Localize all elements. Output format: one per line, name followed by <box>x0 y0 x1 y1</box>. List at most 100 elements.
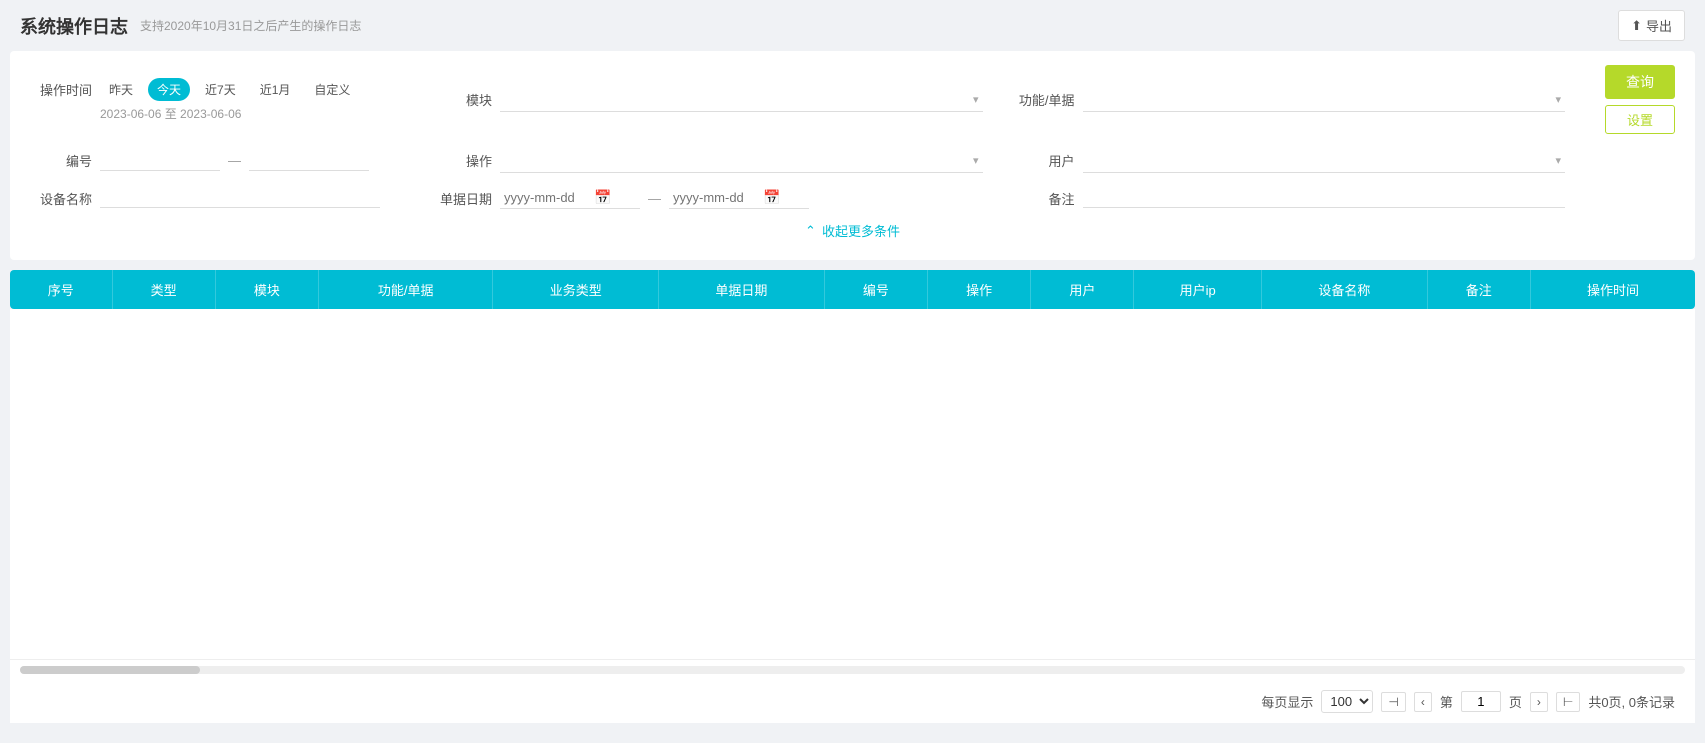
operation-filter-group: 操作 ▾ <box>430 148 983 173</box>
remark-filter-group: 备注 <box>1013 188 1566 208</box>
func-label: 功能/单据 <box>1013 90 1083 109</box>
module-filter-group: 模块 ▾ <box>430 87 983 112</box>
time-btn-today[interactable]: 今天 <box>148 78 190 101</box>
docdate-filter-group: 单据日期 📅 — 📅 <box>430 187 983 209</box>
module-chevron-icon: ▾ <box>973 93 979 106</box>
time-label: 操作时间 <box>30 80 100 99</box>
docdate-from-input[interactable] <box>504 190 594 205</box>
func-value <box>1087 89 1556 109</box>
data-table: 序号 类型 模块 功能/单据 业务类型 单据日期 编号 操作 用户 用户ip 设… <box>10 270 1695 309</box>
page-title-area: 系统操作日志 支持2020年10月31日之后产生的操作日志 <box>20 13 361 39</box>
page-size-select[interactable]: 100 50 200 <box>1321 690 1373 713</box>
device-input[interactable] <box>100 188 380 208</box>
export-label: 导出 <box>1646 16 1672 35</box>
time-btn-yesterday[interactable]: 昨天 <box>100 78 142 101</box>
page-number-input[interactable] <box>1461 691 1501 712</box>
table-header: 序号 类型 模块 功能/单据 业务类型 单据日期 编号 操作 用户 用户ip 设… <box>10 270 1695 309</box>
number-dash: — <box>228 153 241 168</box>
last-page-button[interactable]: ⊢ <box>1556 692 1580 712</box>
col-module: 模块 <box>215 270 318 309</box>
next-page-button[interactable]: › <box>1530 692 1548 712</box>
device-filter-group: 设备名称 <box>30 188 430 208</box>
number-label: 编号 <box>30 151 100 170</box>
module-label: 模块 <box>430 90 500 109</box>
page-title: 系统操作日志 <box>20 13 128 39</box>
number-input-from[interactable] <box>100 151 220 171</box>
per-page-label: 每页显示 <box>1261 692 1313 711</box>
device-label: 设备名称 <box>30 189 100 208</box>
time-btn-1month[interactable]: 近1月 <box>251 78 300 101</box>
user-select[interactable]: ▾ <box>1083 148 1566 173</box>
module-select[interactable]: ▾ <box>500 87 983 112</box>
col-docdate: 单据日期 <box>659 270 825 309</box>
pagination-bar: 每页显示 100 50 200 ⊣ ‹ 第 页 › ⊢ 共0页, 0条记录 <box>10 680 1695 723</box>
prev-page-button[interactable]: ‹ <box>1414 692 1432 712</box>
operation-value <box>504 150 973 170</box>
filter-panel: 操作时间 昨天 今天 近7天 近1月 自定义 2023-06-06 至 2023… <box>10 51 1695 260</box>
time-btn-custom[interactable]: 自定义 <box>305 78 359 101</box>
col-biztype: 业务类型 <box>493 270 659 309</box>
collapse-button[interactable]: ⌃ 收起更多条件 <box>30 215 1675 246</box>
first-page-button[interactable]: ⊣ <box>1381 692 1405 712</box>
filter-row-2: 编号 — 操作 ▾ 用户 ▾ <box>30 148 1675 173</box>
func-chevron-icon: ▾ <box>1555 93 1561 106</box>
table-container: 序号 类型 模块 功能/单据 业务类型 单据日期 编号 操作 用户 用户ip 设… <box>10 270 1695 309</box>
date-range-text: 2023-06-06 至 2023-06-06 <box>100 105 241 122</box>
page-subtitle: 支持2020年10月31日之后产生的操作日志 <box>140 17 361 34</box>
col-optime: 操作时间 <box>1530 270 1695 309</box>
user-filter-group: 用户 ▾ <box>1013 148 1566 173</box>
remark-input[interactable] <box>1083 188 1566 208</box>
col-userip: 用户ip <box>1134 270 1262 309</box>
module-value <box>504 89 973 109</box>
col-func: 功能/单据 <box>319 270 493 309</box>
col-remark: 备注 <box>1427 270 1530 309</box>
filter-row-1: 操作时间 昨天 今天 近7天 近1月 自定义 2023-06-06 至 2023… <box>30 65 1675 134</box>
calendar-from-icon[interactable]: 📅 <box>594 189 611 206</box>
func-filter-group: 功能/单据 ▾ <box>1013 87 1566 112</box>
time-btn-7days[interactable]: 近7天 <box>196 78 245 101</box>
operation-select[interactable]: ▾ <box>500 148 983 173</box>
docdate-from-wrapper[interactable]: 📅 <box>500 187 640 209</box>
filter-row-3: 设备名称 单据日期 📅 — 📅 备注 <box>30 187 1675 209</box>
calendar-to-icon[interactable]: 📅 <box>763 189 780 206</box>
docdate-label: 单据日期 <box>430 189 500 208</box>
export-icon: ⬆ <box>1631 18 1642 34</box>
collapse-arrow-icon: ⌃ <box>805 223 816 239</box>
func-select[interactable]: ▾ <box>1083 87 1566 112</box>
operation-label: 操作 <box>430 151 500 170</box>
table-header-row: 序号 类型 模块 功能/单据 业务类型 单据日期 编号 操作 用户 用户ip 设… <box>10 270 1695 309</box>
time-filter-top: 操作时间 昨天 今天 近7天 近1月 自定义 <box>30 78 359 101</box>
time-buttons: 昨天 今天 近7天 近1月 自定义 <box>100 78 359 101</box>
collapse-label: 收起更多条件 <box>822 221 900 240</box>
col-type: 类型 <box>112 270 215 309</box>
docdate-to-input[interactable] <box>673 190 763 205</box>
col-device: 设备名称 <box>1261 270 1427 309</box>
scrollbar-thumb[interactable] <box>20 666 200 674</box>
page-unit: 页 <box>1509 692 1522 711</box>
user-chevron-icon: ▾ <box>1555 154 1561 167</box>
page-label: 第 <box>1440 692 1453 711</box>
scrollbar-track <box>20 666 1685 674</box>
scrollbar-area <box>10 659 1695 680</box>
col-user: 用户 <box>1031 270 1134 309</box>
user-value <box>1087 150 1556 170</box>
user-label: 用户 <box>1013 151 1083 170</box>
col-seq: 序号 <box>10 270 112 309</box>
page-header: 系统操作日志 支持2020年10月31日之后产生的操作日志 ⬆ 导出 <box>0 0 1705 51</box>
action-buttons: 查询 设置 <box>1605 65 1675 134</box>
col-number: 编号 <box>824 270 927 309</box>
docdate-to-wrapper[interactable]: 📅 <box>669 187 809 209</box>
empty-area <box>10 309 1695 659</box>
query-button[interactable]: 查询 <box>1605 65 1675 99</box>
time-date-range: 2023-06-06 至 2023-06-06 <box>30 105 241 122</box>
total-text: 共0页, 0条记录 <box>1588 692 1675 711</box>
number-filter-group: 编号 — <box>30 151 430 171</box>
docdate-dash: — <box>648 191 661 206</box>
number-input-to[interactable] <box>249 151 369 171</box>
export-button[interactable]: ⬆ 导出 <box>1618 10 1685 41</box>
time-filter-group: 操作时间 昨天 今天 近7天 近1月 自定义 2023-06-06 至 2023… <box>30 78 430 122</box>
operation-chevron-icon: ▾ <box>973 154 979 167</box>
remark-label: 备注 <box>1013 189 1083 208</box>
col-operation: 操作 <box>927 270 1030 309</box>
settings-button[interactable]: 设置 <box>1605 105 1675 134</box>
